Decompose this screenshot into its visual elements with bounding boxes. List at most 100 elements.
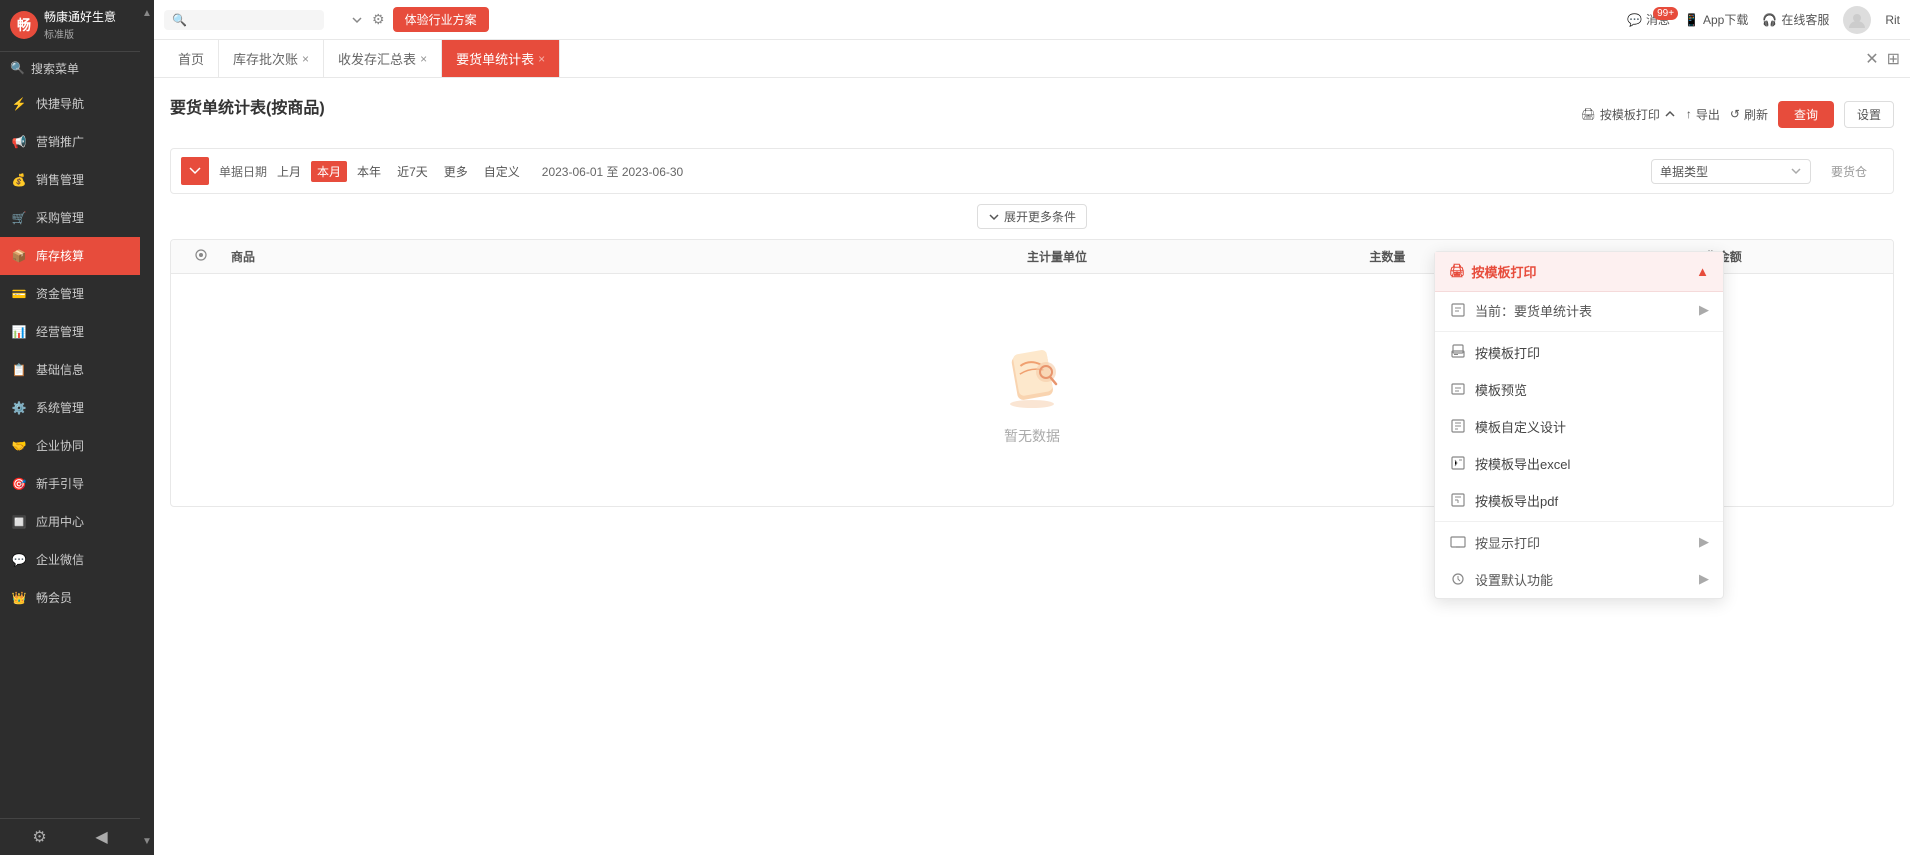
tab-order-stats-close[interactable]: × [538,52,545,66]
expand-more-label: 展开更多条件 [1004,208,1076,225]
chevron-down-icon [988,211,1000,223]
sidebar-item-label: 企业协同 [36,437,84,454]
sidebar-item-label: 新手引导 [36,475,84,492]
require-filter-section: 要货仓 [1831,163,1867,180]
template-print-item[interactable]: 按模板打印 [1435,334,1723,371]
tab-receipt-summary-close[interactable]: × [420,52,427,66]
prev-month-btn[interactable]: 上月 [271,161,307,182]
template-custom-item[interactable]: 模板自定义设计 [1435,408,1723,445]
printer-icon: 🖨 [1449,263,1466,279]
template-excel-icon [1449,454,1467,472]
tab-home[interactable]: 首页 [164,40,219,78]
sidebar-item-sales[interactable]: 💰 销售管理 [0,161,140,199]
sidebar-item-basic[interactable]: 📋 基础信息 [0,351,140,389]
maximize-tab-btn[interactable]: ⊞ [1887,49,1900,69]
tab-inventory-batch-close[interactable]: × [302,52,309,66]
template-pdf-item[interactable]: 按模板导出pdf [1435,482,1723,519]
tab-order-stats-label: 要货单统计表 [456,49,534,68]
search-menu-item[interactable]: 🔍 搜索菜单 [0,52,140,85]
system-icon: ⚙️ [10,399,28,417]
sidebar-item-quick-nav[interactable]: ⚡ 快捷导航 [0,85,140,123]
date-filter-section: 单据日期 上月 本月 本年 近7天 更多 自定义 [219,161,526,182]
search-bar-icon: 🔍 [172,13,187,27]
username-label[interactable]: Rit [1885,13,1900,27]
scroll-up-icon[interactable]: ▲ [142,4,152,23]
service-label: 在线客服 [1781,11,1829,28]
current-month-btn[interactable]: 本月 [311,161,347,182]
sidebar-item-guide[interactable]: 🎯 新手引导 [0,465,140,503]
print-icon: 🖨 [1581,107,1596,121]
page-title: 要货单统计表(按商品) [170,94,325,118]
action-bar: 🖨 按模板打印 ↑ 导出 ↺ 刷新 查询 [1581,101,1894,128]
tabs-controls: ✕ ⊞ [1865,49,1900,69]
display-print-item[interactable]: 按显示打印 ▶ [1435,524,1723,561]
sidebar-item-label: 畅会员 [36,589,72,606]
settings-icon[interactable]: ⚙ [32,827,46,847]
dropdown-header: 🖨 按模板打印 ▲ [1435,252,1723,292]
main-content: 🔍 ⚙ 体验行业方案 💬 消息 99+ 📱 App下载 [154,0,1910,855]
template-excel-item[interactable]: 按模板导出excel [1435,445,1723,482]
sidebar-item-wechat[interactable]: 💬 企业微信 [0,541,140,579]
sidebar-item-label: 系统管理 [36,399,84,416]
dropdown-current-item[interactable]: 当前：要货单统计表 ▶ [1435,292,1723,329]
sidebar-item-apps[interactable]: 🔲 应用中心 [0,503,140,541]
sidebar-item-finance[interactable]: 💳 资金管理 [0,275,140,313]
search-bar[interactable]: 🔍 [164,10,324,30]
doc-type-chevron-icon [1790,165,1802,177]
sidebar-item-member[interactable]: 👑 畅会员 [0,579,140,617]
sidebar-item-inventory[interactable]: 📦 库存核算 [0,237,140,275]
sidebar-item-operations[interactable]: 📊 经营管理 [0,313,140,351]
export-btn[interactable]: ↑ 导出 [1686,106,1720,123]
query-btn[interactable]: 查询 [1778,101,1834,128]
sidebar-item-marketing[interactable]: 📢 营销推广 [0,123,140,161]
search-input[interactable] [191,13,316,27]
sidebar-item-purchase[interactable]: 🛒 采购管理 [0,199,140,237]
sidebar-scroll: ▲ ▼ [140,0,154,855]
close-tab-btn[interactable]: ✕ [1865,49,1878,69]
dropdown-collapse-icon[interactable]: ▲ [1696,264,1709,279]
collapse-icon[interactable]: ◀ [95,827,107,847]
expand-more-btn[interactable]: 展开更多条件 [977,204,1087,229]
inventory-icon: 📦 [10,247,28,265]
tab-inventory-batch[interactable]: 库存批次账 × [219,40,324,78]
template-pdf-label: 按模板导出pdf [1475,491,1558,510]
notification-btn[interactable]: 💬 消息 99+ [1627,11,1670,28]
last7days-btn[interactable]: 近7天 [391,161,434,182]
sidebar-item-system[interactable]: ⚙️ 系统管理 [0,389,140,427]
col-settings[interactable] [181,248,221,265]
notification-icon: 💬 [1627,13,1642,27]
more-date-btn[interactable]: 更多 [438,161,474,182]
set-default-label: 设置默认功能 [1475,570,1553,589]
tab-order-stats[interactable]: 要货单统计表 × [442,40,560,78]
empty-text: 暂无数据 [1004,426,1060,446]
print-template-btn[interactable]: 🖨 按模板打印 [1581,106,1676,123]
app-logo: 畅 畅康通好生意 标准版 [0,0,140,52]
app-sub: 标准版 [44,26,116,41]
current-year-btn[interactable]: 本年 [351,161,387,182]
sidebar-item-collab[interactable]: 🤝 企业协同 [0,427,140,465]
logo-icon: 畅 [10,11,38,39]
filter-expand-btn[interactable] [181,157,209,185]
avatar[interactable] [1843,6,1871,34]
settings-btn[interactable]: 设置 [1844,101,1894,128]
gear-icon[interactable]: ⚙ [372,11,385,28]
online-service-btn[interactable]: 🎧 在线客服 [1762,11,1829,28]
refresh-btn[interactable]: ↺ 刷新 [1730,106,1768,123]
scroll-down-icon[interactable]: ▼ [142,832,152,851]
tab-receipt-summary[interactable]: 收发存汇总表 × [324,40,442,78]
set-default-expand-icon: ▶ [1699,571,1709,587]
app-download-btn[interactable]: 📱 App下载 [1684,11,1748,28]
wechat-icon: 💬 [10,551,28,569]
template-preview-item[interactable]: 模板预览 [1435,371,1723,408]
quick-nav-icon: ⚡ [10,95,28,113]
search-icon: 🔍 [10,61,25,75]
print-dropdown: 🖨 按模板打印 ▲ 当前：要货单统计表 ▶ [1434,251,1724,599]
display-print-icon [1449,533,1467,551]
set-default-icon [1449,570,1467,588]
custom-date-btn[interactable]: 自定义 [478,161,526,182]
collab-icon: 🤝 [10,437,28,455]
experience-btn[interactable]: 体验行业方案 [393,7,489,32]
set-default-item[interactable]: 设置默认功能 ▶ [1435,561,1723,598]
doc-type-select[interactable]: 单据类型 [1651,159,1811,184]
divider [1435,331,1723,332]
